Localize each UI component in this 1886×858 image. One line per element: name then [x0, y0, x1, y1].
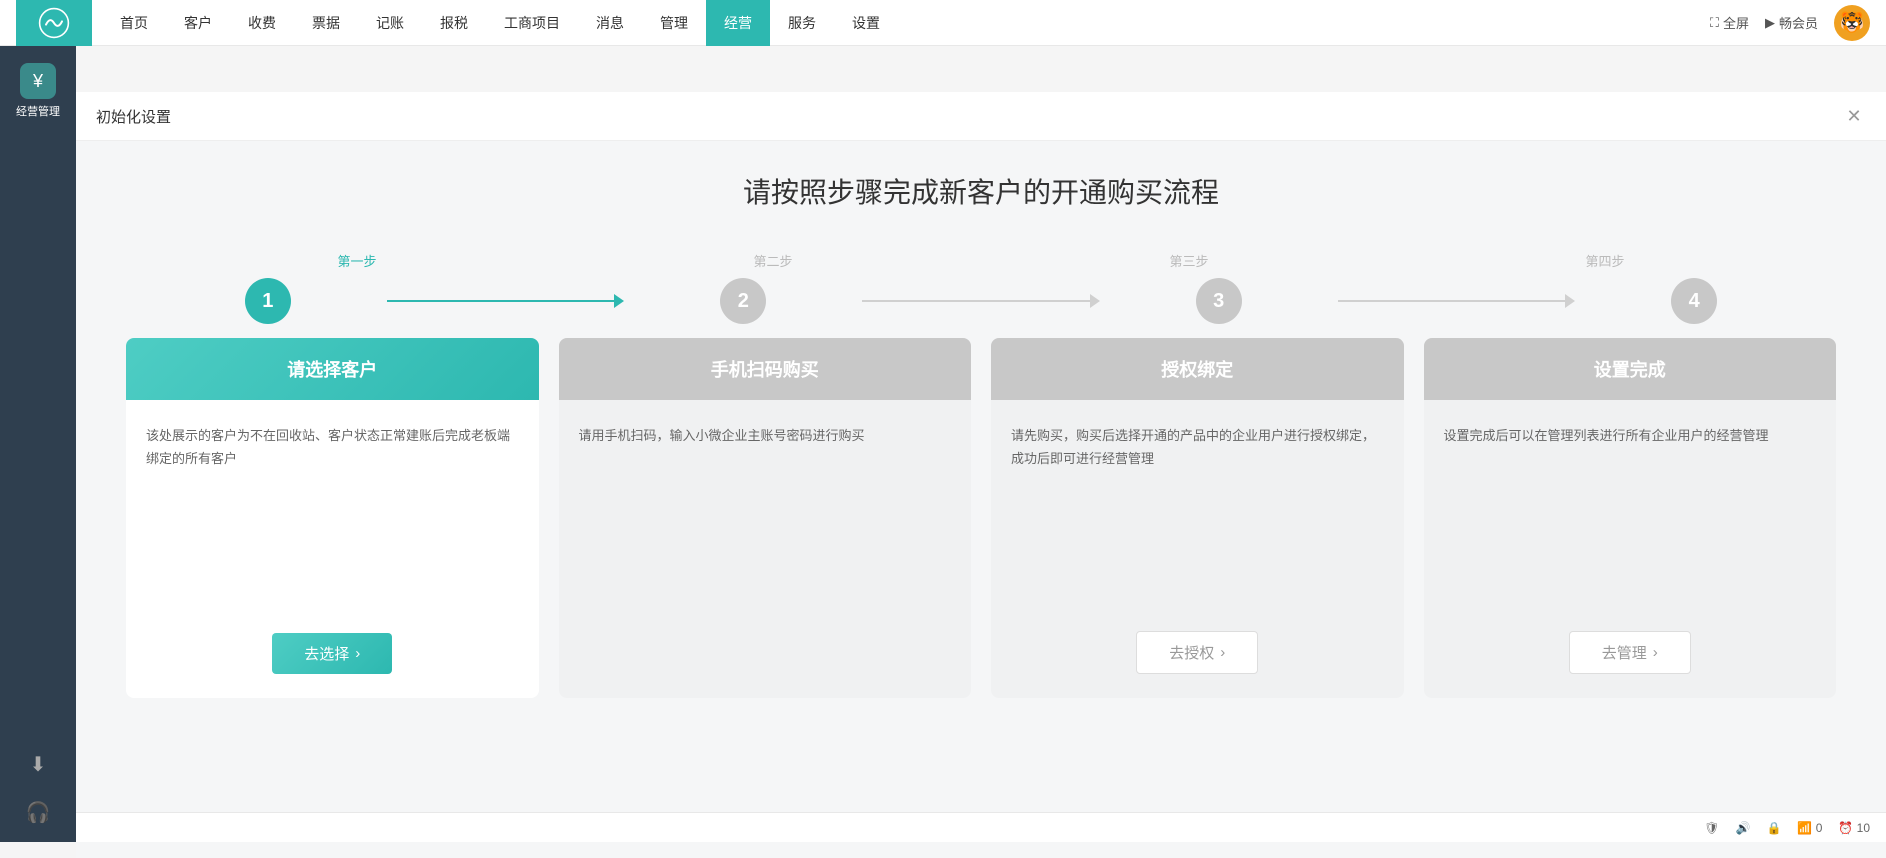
- card2-footer: [559, 658, 972, 698]
- card2-header: 手机扫码购买: [559, 338, 972, 400]
- step2-node: 2: [624, 278, 862, 324]
- nav-manage[interactable]: 管理: [642, 0, 706, 46]
- step1-label-area: 第一步: [149, 251, 565, 270]
- step4-label-area: 第四步: [1397, 251, 1813, 270]
- chevron-right-icon-3: ›: [1653, 644, 1658, 661]
- content-area: 请按照步骤完成新客户的开通购买流程 第一步 第二步 第三步 第四步: [76, 141, 1886, 728]
- network-icon: 📶 0: [1797, 821, 1822, 835]
- nav-home[interactable]: 首页: [102, 0, 166, 46]
- card-4: 设置完成 设置完成后可以在管理列表进行所有企业用户的经营管理 去管理 ›: [1424, 338, 1837, 698]
- nav-customer[interactable]: 客户: [166, 0, 230, 46]
- line3: [1338, 294, 1576, 308]
- card1-body: 该处展示的客户为不在回收站、客户状态正常建账后完成老板端绑定的所有客户: [126, 400, 539, 617]
- line1: [387, 294, 625, 308]
- step2-label: 第二步: [753, 251, 792, 270]
- nav-service[interactable]: 服务: [770, 0, 834, 46]
- step3-label: 第三步: [1169, 251, 1208, 270]
- main-title: 请按照步骤完成新客户的开通购买流程: [126, 171, 1836, 211]
- sidebar: ¥ 经营管理 ⬇ 🎧: [0, 46, 76, 842]
- top-nav: 首页 客户 收费 票据 记账 报税 工商项目 消息 管理 经营 服务 设置 ⛶ …: [0, 0, 1886, 46]
- status-bar-right: 🛡 🔊 🔒 📶 0 ⏰ 10: [1704, 821, 1870, 835]
- step-labels-row: 第一步 第二步 第三步 第四步: [126, 251, 1836, 270]
- card3-body: 请先购买，购买后选择开通的产品中的企业用户进行授权绑定，成功后即可进行经营管理: [991, 400, 1404, 615]
- goto-manage-button[interactable]: 去管理 ›: [1569, 631, 1691, 674]
- page-header: 初始化设置 ✕: [76, 92, 1886, 141]
- sidebar-item-label: 经营管理: [16, 103, 60, 119]
- sidebar-item-operation[interactable]: ¥ 经营管理: [0, 56, 76, 126]
- step-circles-row: 1 2: [126, 278, 1836, 324]
- nav-items: 首页 客户 收费 票据 记账 报税 工商项目 消息 管理 经营 服务 设置: [102, 0, 1710, 46]
- chevron-right-icon-2: ›: [1220, 644, 1225, 661]
- step4-node: 4: [1575, 278, 1813, 324]
- nav-tax[interactable]: 报税: [422, 0, 486, 46]
- nav-message[interactable]: 消息: [578, 0, 642, 46]
- time-icon: ⏰ 10: [1838, 821, 1870, 835]
- card2-body: 请用手机扫码，输入小微企业主账号密码进行购买: [559, 400, 972, 658]
- nav-account[interactable]: 记账: [358, 0, 422, 46]
- step1-circle: 1: [245, 278, 291, 324]
- step4-circle: 4: [1671, 278, 1717, 324]
- step3-node: 3: [1100, 278, 1338, 324]
- operation-icon: ¥: [20, 63, 56, 99]
- close-button[interactable]: ✕: [1842, 104, 1866, 128]
- step1-node: 1: [149, 278, 387, 324]
- fullscreen-btn[interactable]: ⛶ 全屏: [1710, 13, 1749, 32]
- logo: [16, 0, 92, 46]
- lock-icon: 🔒: [1766, 821, 1781, 835]
- goto-select-button[interactable]: 去选择 ›: [272, 633, 392, 674]
- step3-label-area: 第三步: [981, 251, 1397, 270]
- card3-header: 授权绑定: [991, 338, 1404, 400]
- main-area: 初始化设置 ✕ 请按照步骤完成新客户的开通购买流程 第一步 第二步 第三步 第四…: [76, 92, 1886, 858]
- nav-right: ⛶ 全屏 ▶ 畅会员 🐯: [1710, 5, 1870, 41]
- card-3: 授权绑定 请先购买，购买后选择开通的产品中的企业用户进行授权绑定，成功后即可进行…: [991, 338, 1404, 698]
- nav-operation[interactable]: 经营: [706, 0, 770, 46]
- fullscreen-icon: ⛶: [1710, 15, 1719, 31]
- sidebar-bottom: ⬇ 🎧: [18, 744, 58, 832]
- chevron-right-icon: ›: [355, 645, 360, 662]
- steps-and-cards: 第一步 第二步 第三步 第四步 1: [126, 251, 1836, 698]
- nav-business[interactable]: 工商项目: [486, 0, 578, 46]
- card4-header: 设置完成: [1424, 338, 1837, 400]
- step2-label-area: 第二步: [565, 251, 981, 270]
- card4-body: 设置完成后可以在管理列表进行所有企业用户的经营管理: [1424, 400, 1837, 615]
- card-2: 手机扫码购买 请用手机扫码，输入小微企业主账号密码进行购买: [559, 338, 972, 698]
- card4-footer: 去管理 ›: [1424, 615, 1837, 698]
- member-icon: ▶: [1765, 15, 1775, 31]
- goto-auth-button[interactable]: 去授权 ›: [1136, 631, 1258, 674]
- cards-row: 请选择客户 该处展示的客户为不在回收站、客户状态正常建账后完成老板端绑定的所有客…: [126, 338, 1836, 698]
- nav-settings[interactable]: 设置: [834, 0, 898, 46]
- volume-icon: 🔊: [1736, 821, 1751, 835]
- step3-circle: 3: [1196, 278, 1242, 324]
- card3-footer: 去授权 ›: [991, 615, 1404, 698]
- page-title: 初始化设置: [96, 106, 171, 127]
- card-1: 请选择客户 该处展示的客户为不在回收站、客户状态正常建账后完成老板端绑定的所有客…: [126, 338, 539, 698]
- shield-icon: 🛡: [1704, 821, 1719, 835]
- status-bar: 完成 🛡 🔊 🔒 📶 0 ⏰ 10: [0, 812, 1886, 842]
- card1-header: 请选择客户: [126, 338, 539, 400]
- download-icon[interactable]: ⬇: [18, 744, 58, 784]
- nav-ticket[interactable]: 票据: [294, 0, 358, 46]
- step1-label: 第一步: [337, 251, 376, 270]
- member-btn[interactable]: ▶ 畅会员: [1765, 13, 1818, 32]
- nav-fee[interactable]: 收费: [230, 0, 294, 46]
- step4-label: 第四步: [1585, 251, 1624, 270]
- step2-circle: 2: [720, 278, 766, 324]
- avatar[interactable]: 🐯: [1834, 5, 1870, 41]
- card1-footer: 去选择 ›: [126, 617, 539, 698]
- headset-icon[interactable]: 🎧: [18, 792, 58, 832]
- line2: [862, 294, 1100, 308]
